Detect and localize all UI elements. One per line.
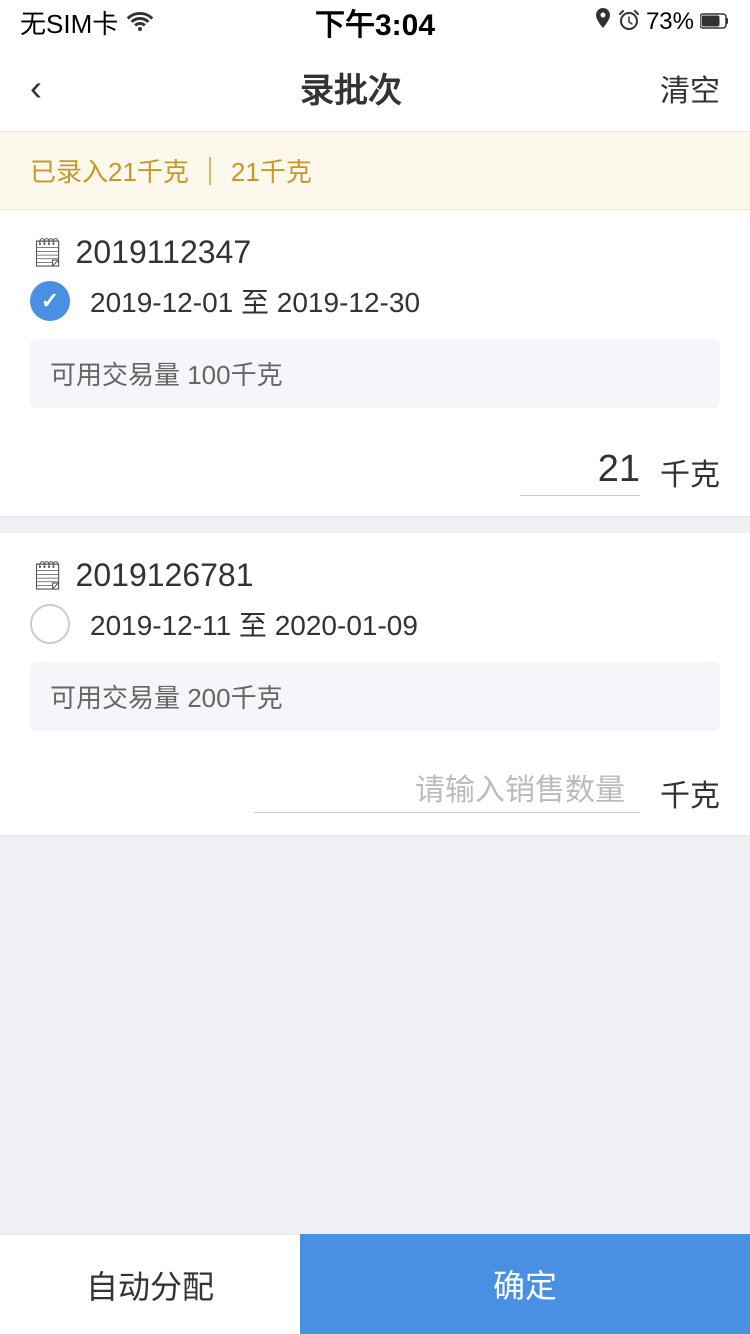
quantity-input-2[interactable] — [254, 774, 640, 813]
quantity-unit-1: 千克 — [660, 450, 720, 494]
batch-avail-1: 可用交易量 100千克 — [30, 339, 720, 408]
status-right: 73% — [594, 8, 730, 37]
status-bar: 无SIM卡 下午3:04 73% — [0, 0, 750, 44]
quantity-row-1: 21 千克 — [0, 428, 750, 517]
radio-unselected-2[interactable] — [30, 604, 70, 644]
batch-date-1: 2019-12-01 至 2019-12-30 — [90, 281, 420, 321]
battery-percent: 73% — [646, 8, 694, 36]
batch-header-2: 🗒 2019126781 — [0, 533, 750, 604]
status-left: 无SIM卡 — [20, 4, 154, 41]
clear-button[interactable]: 清空 — [660, 66, 720, 110]
quantity-display-1: 21 — [520, 448, 640, 496]
recorded-value: 21千克 — [231, 152, 312, 189]
location-icon — [594, 8, 612, 37]
batch-id-1: 2019112347 — [76, 234, 252, 271]
item-separator — [0, 517, 750, 533]
bottom-bar: 自动分配 确定 — [0, 1234, 750, 1334]
batch-doc-icon-2: 🗒 — [30, 559, 66, 592]
confirm-button[interactable]: 确定 — [300, 1234, 750, 1334]
input-unit-2: 千克 — [660, 771, 720, 815]
batch-doc-icon-1: 🗒 — [30, 236, 66, 269]
nav-bar: ‹ 录批次 清空 — [0, 44, 750, 132]
page-title: 录批次 — [300, 63, 402, 112]
auto-distribute-button[interactable]: 自动分配 — [0, 1234, 300, 1334]
batch-date-row-1[interactable]: 2019-12-01 至 2019-12-30 — [0, 281, 750, 331]
battery-icon — [700, 8, 730, 36]
batch-date-2: 2019-12-11 至 2020-01-09 — [90, 604, 418, 644]
batch-date-row-2[interactable]: 2019-12-11 至 2020-01-09 — [0, 604, 750, 654]
alarm-icon — [618, 8, 640, 37]
batch-avail-2: 可用交易量 200千克 — [30, 662, 720, 731]
radio-selected-1[interactable] — [30, 281, 70, 321]
batch-item-2: 🗒 2019126781 2019-12-11 至 2020-01-09 可用交… — [0, 533, 750, 836]
status-time: 下午3:04 — [315, 0, 435, 44]
recorded-label: 已录入21千克 — [30, 152, 189, 189]
banner-divider — [209, 157, 211, 185]
quantity-value-1: 21 — [598, 448, 640, 490]
batch-item-1: 🗒 2019112347 2019-12-01 至 2019-12-30 可用交… — [0, 210, 750, 517]
back-button[interactable]: ‹ — [30, 67, 42, 109]
batch-header-1: 🗒 2019112347 — [0, 210, 750, 281]
batch-id-2: 2019126781 — [76, 557, 254, 594]
info-banner: 已录入21千克 21千克 — [0, 132, 750, 210]
wifi-icon — [126, 7, 154, 38]
input-row-2[interactable]: 千克 — [0, 751, 750, 836]
carrier-label: 无SIM卡 — [20, 4, 118, 41]
empty-area — [0, 836, 750, 1236]
